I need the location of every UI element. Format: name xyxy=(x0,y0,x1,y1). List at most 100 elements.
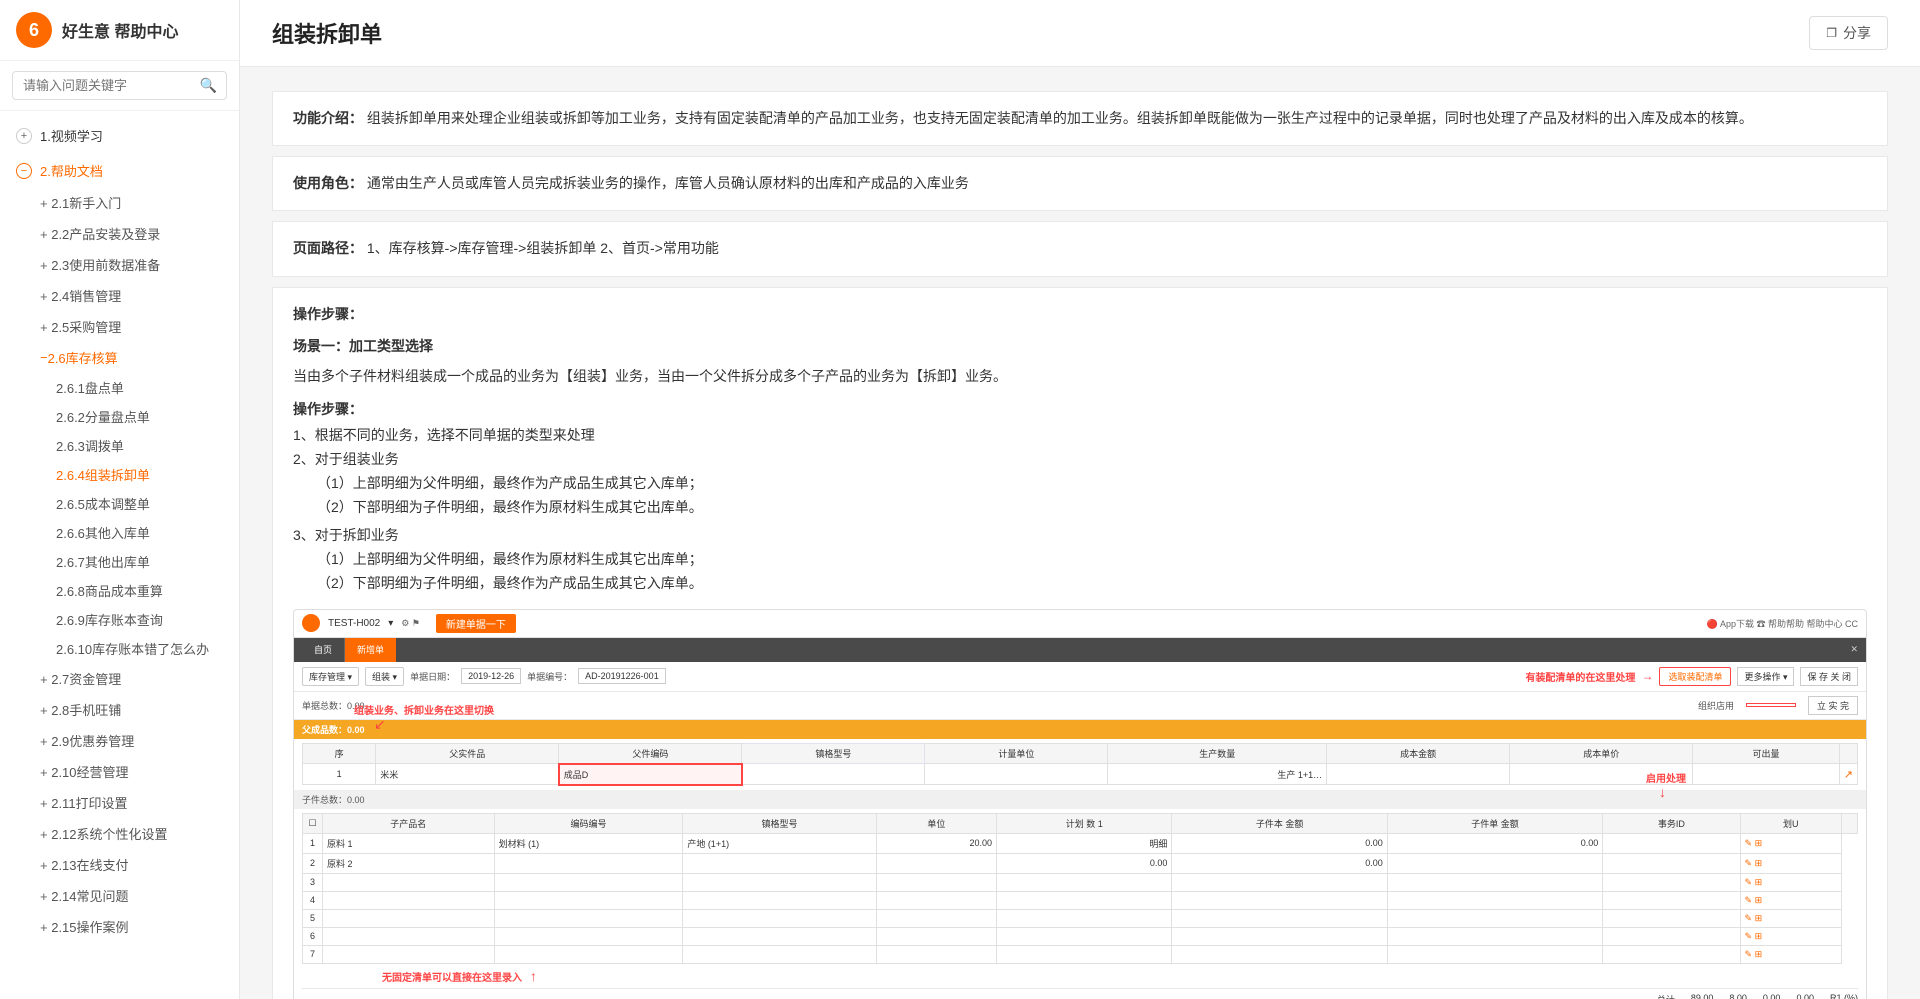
step2-2: （2）下部明细为子件明细，最终作为原材料生成其它出库单。 xyxy=(317,497,1867,517)
mock-sub-toolbar: 单据总数：0.00 组织店用 立 实 完 xyxy=(294,692,1866,720)
sidebar-item-transfer[interactable]: 2.6.3调拨单 xyxy=(56,431,239,460)
page-path-text: 1、库存核算->库存管理->组装拆卸单 2、首页->常用功能 xyxy=(367,240,719,256)
th-seq: 序 xyxy=(303,743,376,764)
mock-lower-table: ☐ 子产品名 编码编号 镇格型号 单位 计划 数 1 子件本 金额 子件单 金额… xyxy=(302,813,1858,964)
step1: 1、根据不同的业务，选择不同单据的类型来处理 xyxy=(293,425,1867,445)
sidebar-item-ops[interactable]: + 2.10经营管理 xyxy=(40,756,239,787)
arrow-icon-4: ↑ xyxy=(530,968,537,984)
mock-no-val: AD-20191226-001 xyxy=(578,668,666,684)
lower-row-5: 5 ✎ xyxy=(303,909,1858,927)
mock-icons: ⚙ ⚑ xyxy=(401,618,420,629)
operation-steps-block: 操作步骤： 场景一：加工类型选择 当由多个子件材料组装成一个成品的业务为【组装】… xyxy=(272,287,1888,999)
sidebar-item-assemble[interactable]: 2.6.4组装拆卸单 xyxy=(56,460,239,489)
sidebar-header: 6 好生意 帮助中心 xyxy=(0,0,239,61)
mock-more-btn: 更多操作 ▾ xyxy=(1737,667,1794,686)
annotation-text-1: 有装配清单的在这里处理 xyxy=(1525,669,1635,684)
sidebar-item-inventory-query[interactable]: 2.6.9库存账本查询 xyxy=(56,605,239,634)
td-action-1: ↗ xyxy=(1839,764,1857,785)
mock-upper-table-area: 序 父实件品 父件编码 镇格型号 计量单位 生产数量 成本金额 成本单价 可出量 xyxy=(294,739,1866,790)
td-spec-1 xyxy=(742,764,925,785)
expand-icon: + xyxy=(40,734,48,749)
mock-assemble-label: 父成品数：0.00 xyxy=(302,723,365,736)
sidebar-item-docs[interactable]: − 2.帮助文档 xyxy=(0,154,239,187)
td-code-1: 成品D xyxy=(559,764,742,785)
scenario1-desc: 当由多个子件材料组装成一个成品的业务为【组装】业务，当由一个父件拆分成多个子产品… xyxy=(293,364,1867,389)
lower-row-7: 7 ✎ xyxy=(303,945,1858,963)
sidebar-item-finance[interactable]: + 2.7资金管理 xyxy=(40,663,239,694)
sidebar-item-other-out[interactable]: 2.6.7其他出库单 xyxy=(56,547,239,576)
sidebar-item-video[interactable]: + 1.视频学习 xyxy=(0,119,239,152)
share-button[interactable]: ❐ 分享 xyxy=(1809,16,1888,50)
search-box[interactable]: 🔍 xyxy=(0,61,239,111)
lower-row-4: 4 ✎ xyxy=(303,891,1858,909)
arrow-icon-3: ↓ xyxy=(1659,784,1666,800)
search-icon[interactable]: 🔍 xyxy=(200,77,217,94)
page-title: 组装拆卸单 xyxy=(272,17,382,49)
mock-type: 组装 ▾ xyxy=(365,667,404,686)
sidebar-item-other-in[interactable]: 2.6.6其他入库单 xyxy=(56,518,239,547)
mock-lower-table-area: ☐ 子产品名 编码编号 镇格型号 单位 计划 数 1 子件本 金额 子件单 金额… xyxy=(294,809,1866,999)
article-area: 功能介绍： 组装拆卸单用来处理企业组装或拆卸等加工业务，支持有固定装配清单的产品… xyxy=(240,67,1920,999)
sidebar-item-cost-recalc[interactable]: 2.6.8商品成本重算 xyxy=(56,576,239,605)
sidebar-item-inventory[interactable]: − 2.6库存核算 xyxy=(40,342,239,373)
mock-company-label: 组织店用 xyxy=(1698,699,1734,712)
sidebar-item-label: 1.视频学习 xyxy=(40,126,103,145)
feature-intro-label: 功能介绍： xyxy=(293,110,363,126)
mock-toolbar: 库存管理 ▾ 组装 ▾ 单据日期： 2019-12-26 单据编号： AD-20… xyxy=(294,662,1866,692)
sidebar-item-sales[interactable]: + 2.4销售管理 xyxy=(40,280,239,311)
sidebar-item-cost-adjust[interactable]: 2.6.5成本调整单 xyxy=(56,489,239,518)
step3-2: （2）下部明细为子件明细，最终作为产成品生成其它入库单。 xyxy=(317,573,1867,593)
sidebar-item-faq[interactable]: + 2.14常见问题 xyxy=(40,880,239,911)
td-name-1: 米米 xyxy=(376,764,559,785)
sidebar-item-install[interactable]: + 2.2产品安装及登录 xyxy=(40,218,239,249)
main-content-area: 组装拆卸单 ❐ 分享 功能介绍： 组装拆卸单用来处理企业组装或拆卸等加工业务，支… xyxy=(240,0,1920,999)
td-seq-1: 1 xyxy=(303,764,376,785)
main-header: 组装拆卸单 ❐ 分享 xyxy=(240,0,1920,67)
sidebar-item-label: 2.帮助文档 xyxy=(40,161,103,180)
sidebar-item-payment[interactable]: + 2.13在线支付 xyxy=(40,849,239,880)
sidebar-item-print[interactable]: + 2.11打印设置 xyxy=(40,787,239,818)
expand-icon: + xyxy=(40,320,48,335)
collapse-icon: − xyxy=(40,350,48,365)
mock-logo xyxy=(302,614,320,632)
mock-sub-total: 子件总数：0.00 xyxy=(302,793,365,806)
annotation-text-2: 组装业务、拆卸业务在这里切换 xyxy=(354,702,494,717)
sidebar-item-newbie[interactable]: + 2.1新手入门 xyxy=(40,187,239,218)
search-input[interactable] xyxy=(12,71,227,100)
mock-confirm-btn: 立 实 完 xyxy=(1808,696,1858,715)
nav-section-video: + 1.视频学习 xyxy=(0,119,239,152)
expand-icon: + xyxy=(40,920,48,935)
td-costamt-1 xyxy=(1327,764,1510,785)
expand-icon: + xyxy=(40,289,48,304)
lower-row-1: 1 原料 1 划材料 (1) 产地 (1+1) 20.00 明细 0.00 0.… xyxy=(303,833,1858,853)
logo-icon: 6 xyxy=(16,12,52,48)
step3: 3、对于拆卸业务 xyxy=(293,525,1867,545)
step3-1: （1）上部明细为父件明细，最终作为原材料生成其它出库单； xyxy=(317,549,1867,569)
expand-icon: + xyxy=(40,889,48,904)
logo-text: 好生意 帮助中心 xyxy=(62,18,178,42)
sidebar-item-inventory-count2[interactable]: 2.6.2分量盘点单 xyxy=(56,402,239,431)
sidebar-item-coupon[interactable]: + 2.9优惠券管理 xyxy=(40,725,239,756)
expand-icon: + xyxy=(40,858,48,873)
sidebar-item-purchase[interactable]: + 2.5采购管理 xyxy=(40,311,239,342)
sidebar-item-cases[interactable]: + 2.15操作案例 xyxy=(40,911,239,942)
sidebar-item-inventory-fix[interactable]: 2.6.10库存账本错了怎么办 xyxy=(56,634,239,663)
th-parent-code: 父件编码 xyxy=(559,743,742,764)
sidebar-item-mobile[interactable]: + 2.8手机旺铺 xyxy=(40,694,239,725)
mock-topbar: TEST-H002 ▾ ⚙ ⚑ 新建单据一下 🔴 App下载 ☎ 帮助帮助 帮助… xyxy=(294,610,1866,638)
mock-apply-btn: 选取装配清单 xyxy=(1659,667,1731,686)
use-role-label: 使用角色： xyxy=(293,175,363,191)
mock-company-input xyxy=(1746,703,1796,707)
th-avail: 可出量 xyxy=(1693,743,1840,764)
scenario1-title: 场景一：加工类型选择 xyxy=(293,336,1867,356)
mock-divider: 子件总数：0.00 启用处理 ↓ xyxy=(294,790,1866,809)
sidebar-item-prepare[interactable]: + 2.3使用前数据准备 xyxy=(40,249,239,280)
mock-nav-tabs: 自页 新增单 ✕ xyxy=(294,638,1866,662)
page-path-section: 页面路径： 1、库存核算->库存管理->组装拆卸单 2、首页->常用功能 xyxy=(272,221,1888,276)
page-path-label: 页面路径： xyxy=(293,240,363,256)
annotation-text-3: 启用处理 xyxy=(1646,770,1686,785)
lower-row-6: 6 ✎ xyxy=(303,927,1858,945)
mock-separator: ▾ xyxy=(388,618,393,629)
sidebar-item-system[interactable]: + 2.12系统个性化设置 xyxy=(40,818,239,849)
sidebar-item-inventory-count[interactable]: 2.6.1盘点单 xyxy=(56,373,239,402)
